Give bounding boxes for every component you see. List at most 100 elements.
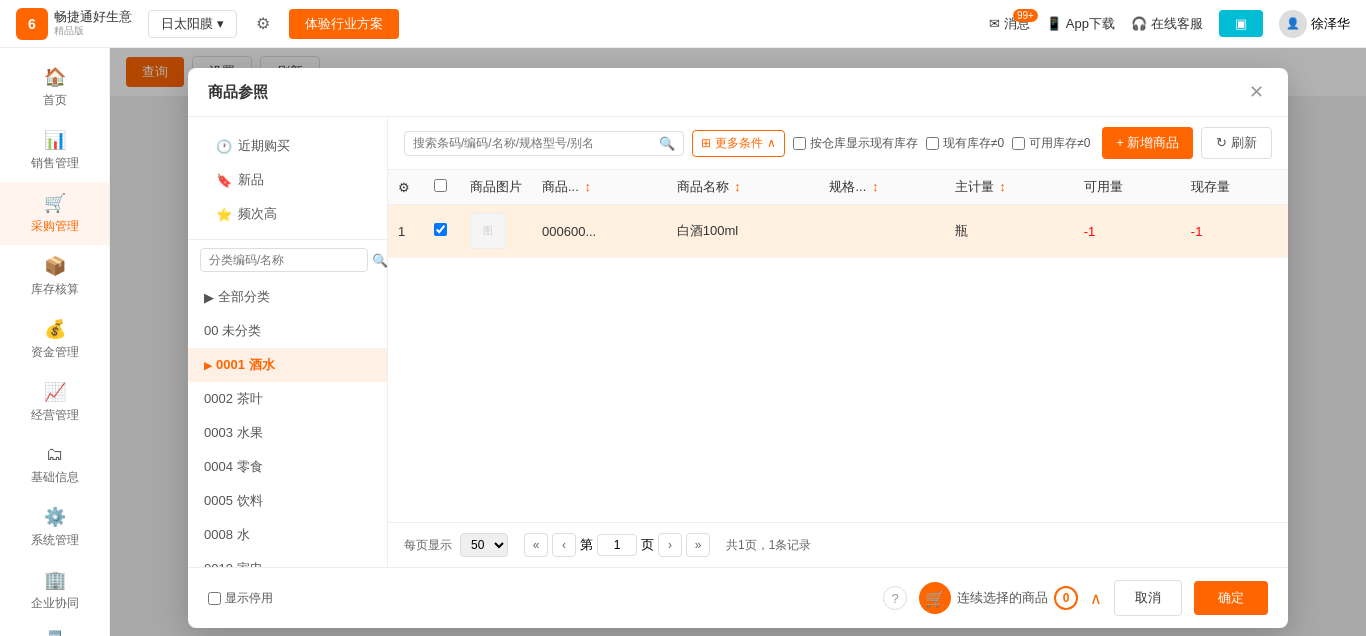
teal-action-btn[interactable]: ▣ (1219, 10, 1263, 37)
th-code[interactable]: 商品... ↕ (532, 170, 667, 205)
cancel-button[interactable]: 取消 (1114, 580, 1182, 616)
help-icon[interactable]: ? (883, 586, 907, 610)
cart-icon[interactable]: 🛒 (919, 582, 951, 614)
category-0004[interactable]: 0004 零食 (188, 450, 387, 484)
product-search-box: 🔍 (404, 131, 684, 156)
finance-icon: 💰 (44, 318, 66, 340)
warehouse-display-checkbox[interactable]: 按仓库显示现有库存 (793, 135, 918, 152)
modal-overlay: 商品参照 ✕ 🕐近期购买🔖新品⭐频次高 🔍 « (110, 48, 1366, 636)
th-name[interactable]: 商品名称 ↕ (667, 170, 820, 205)
page-input[interactable] (597, 534, 637, 556)
sidebar-label-basic: 基础信息 (31, 469, 79, 486)
sidebar-item-operation[interactable]: 📈经营管理 (0, 371, 109, 434)
basic-icon: 🗂 (46, 444, 64, 465)
cart-count: 0 (1054, 586, 1078, 610)
th-checkbox (424, 170, 460, 205)
page-nav: « ‹ 第 页 › » (524, 533, 710, 557)
page-first-button[interactable]: « (524, 533, 548, 557)
product-reference-modal: 商品参照 ✕ 🕐近期购买🔖新品⭐频次高 🔍 « (188, 68, 1288, 628)
category-all[interactable]: ▶ 全部分类 (188, 280, 387, 314)
footer-collapse-button[interactable]: ∧ (1090, 589, 1102, 608)
th-settings: ⚙ (388, 170, 424, 205)
sidebar-label-home: 首页 (43, 92, 67, 109)
purchase-icon: 🛒 (44, 192, 66, 214)
td-spec (819, 205, 944, 258)
modal-body: 🕐近期购买🔖新品⭐频次高 🔍 « ▶ 全部分类00 未分类0001 酒水0002… (188, 117, 1288, 567)
category-0003[interactable]: 0003 水果 (188, 416, 387, 450)
sidebar-bottom: 🆕新手引导📱应用中心V畅会员 ⚙ 🔊 (0, 622, 109, 636)
td-name: 白酒100ml (667, 205, 820, 258)
modal-sidebar: 🕐近期购买🔖新品⭐频次高 🔍 « ▶ 全部分类00 未分类0001 酒水0002… (188, 117, 388, 567)
page-last-button[interactable]: » (686, 533, 710, 557)
cart-text: 连续选择的商品 (957, 589, 1048, 607)
category-search-input[interactable] (200, 248, 368, 272)
stock-ne0-checkbox[interactable]: 现有库存≠0 (926, 135, 1004, 152)
sidebar-label-stock: 库存核算 (31, 281, 79, 298)
th-unit[interactable]: 主计量 ↕ (945, 170, 1074, 205)
available-ne0-checkbox[interactable]: 可用库存≠0 (1012, 135, 1090, 152)
page-prev-button[interactable]: ‹ (552, 533, 576, 557)
messages-button[interactable]: ✉ 消息 99+ (989, 15, 1030, 33)
category-0001[interactable]: 0001 酒水 (188, 348, 387, 382)
modal-nav-new[interactable]: 🔖新品 (200, 163, 375, 197)
add-product-button[interactable]: + 新增商品 (1102, 127, 1193, 159)
sidebar-item-home[interactable]: 🏠 首页 (0, 56, 109, 119)
sidebar-label-sales: 销售管理 (31, 155, 79, 172)
td-unit: 瓶 (945, 205, 1074, 258)
display-disabled-checkbox[interactable]: 显示停用 (208, 590, 273, 607)
chevron-down-icon: ▾ (217, 16, 224, 31)
sidebar-item-finance[interactable]: 💰资金管理 (0, 308, 109, 371)
table-row[interactable]: 1 图 000600... 白酒100ml 瓶 -1 -1 (388, 205, 1288, 258)
th-image: 商品图片 (460, 170, 532, 205)
logo-icon: 6 (16, 8, 48, 40)
enterprise-icon: 🏢 (44, 569, 66, 591)
avatar: 👤 (1279, 10, 1307, 38)
sidebar-label-system: 系统管理 (31, 532, 79, 549)
page-prefix-label: 第 (580, 536, 593, 554)
sidebar-item-system[interactable]: ⚙️系统管理 (0, 496, 109, 559)
sidebar-item-basic[interactable]: 🗂 基础信息 (0, 434, 109, 496)
modal-main-content: 🔍 ⊞ 更多条件 ∧ 按仓库显示现有库存 (388, 117, 1288, 567)
confirm-button[interactable]: 确定 (1194, 581, 1268, 615)
download-icon: 📱 (1046, 16, 1062, 31)
product-search-input[interactable] (413, 136, 655, 150)
category-0010[interactable]: 0010 家电 (188, 552, 387, 567)
modal-footer: 显示停用 ? 🛒 连续选择的商品 0 ∧ 取消 确定 (188, 567, 1288, 628)
sidebar-item-guide[interactable]: 🆕新手引导 (0, 622, 109, 636)
user-name: 徐泽华 (1311, 15, 1350, 33)
nav-dropdown[interactable]: 日太阳膜 ▾ (148, 10, 237, 38)
category-0005[interactable]: 0005 饮料 (188, 484, 387, 518)
category-0008[interactable]: 0008 水 (188, 518, 387, 552)
modal-toolbar: 🔍 ⊞ 更多条件 ∧ 按仓库显示现有库存 (388, 117, 1288, 170)
sidebar-item-purchase[interactable]: 🛒采购管理 (0, 182, 109, 245)
experience-button[interactable]: 体验行业方案 (289, 9, 399, 39)
top-nav: 6 畅捷通好生意 精品版 日太阳膜 ▾ ⚙ 体验行业方案 ✉ 消息 99+ 📱 … (0, 0, 1366, 48)
online-service-button[interactable]: 🎧 在线客服 (1131, 15, 1203, 33)
sidebar-item-stock[interactable]: 📦库存核算 (0, 245, 109, 308)
message-badge: 99+ (1013, 9, 1038, 22)
search-icon[interactable]: 🔍 (372, 253, 388, 268)
modal-nav-recent[interactable]: 🕐近期购买 (200, 129, 375, 163)
td-stock: -1 (1181, 205, 1288, 258)
per-page-select[interactable]: 50 (460, 533, 508, 557)
sidebar: 🏠首页📊销售管理🛒采购管理📦库存核算💰资金管理📈经营管理🗂基础信息⚙️系统管理🏢… (0, 48, 110, 636)
gear-icon[interactable]: ⚙ (249, 10, 277, 38)
chevron-right-icon: ▶ (204, 290, 214, 305)
category-00[interactable]: 00 未分类 (188, 314, 387, 348)
user-avatar-area[interactable]: 👤 徐泽华 (1279, 10, 1350, 38)
search-icon[interactable]: 🔍 (659, 136, 675, 151)
page-next-button[interactable]: › (658, 533, 682, 557)
app-download-button[interactable]: 📱 App下载 (1046, 15, 1115, 33)
filter-button[interactable]: ⊞ 更多条件 ∧ (692, 130, 785, 157)
sidebar-item-sales[interactable]: 📊销售管理 (0, 119, 109, 182)
modal-nav-frequent[interactable]: ⭐频次高 (200, 197, 375, 231)
modal-close-button[interactable]: ✕ (1244, 80, 1268, 104)
th-stock: 现存量 (1181, 170, 1288, 205)
table-refresh-button[interactable]: ↻ 刷新 (1201, 127, 1272, 159)
sidebar-item-enterprise[interactable]: 🏢企业协同 (0, 559, 109, 622)
home-icon: 🏠 (44, 66, 66, 88)
td-checkbox[interactable] (424, 205, 460, 258)
category-0002[interactable]: 0002 茶叶 (188, 382, 387, 416)
th-spec[interactable]: 规格... ↕ (819, 170, 944, 205)
guide-icon: 🆕 (48, 630, 62, 636)
